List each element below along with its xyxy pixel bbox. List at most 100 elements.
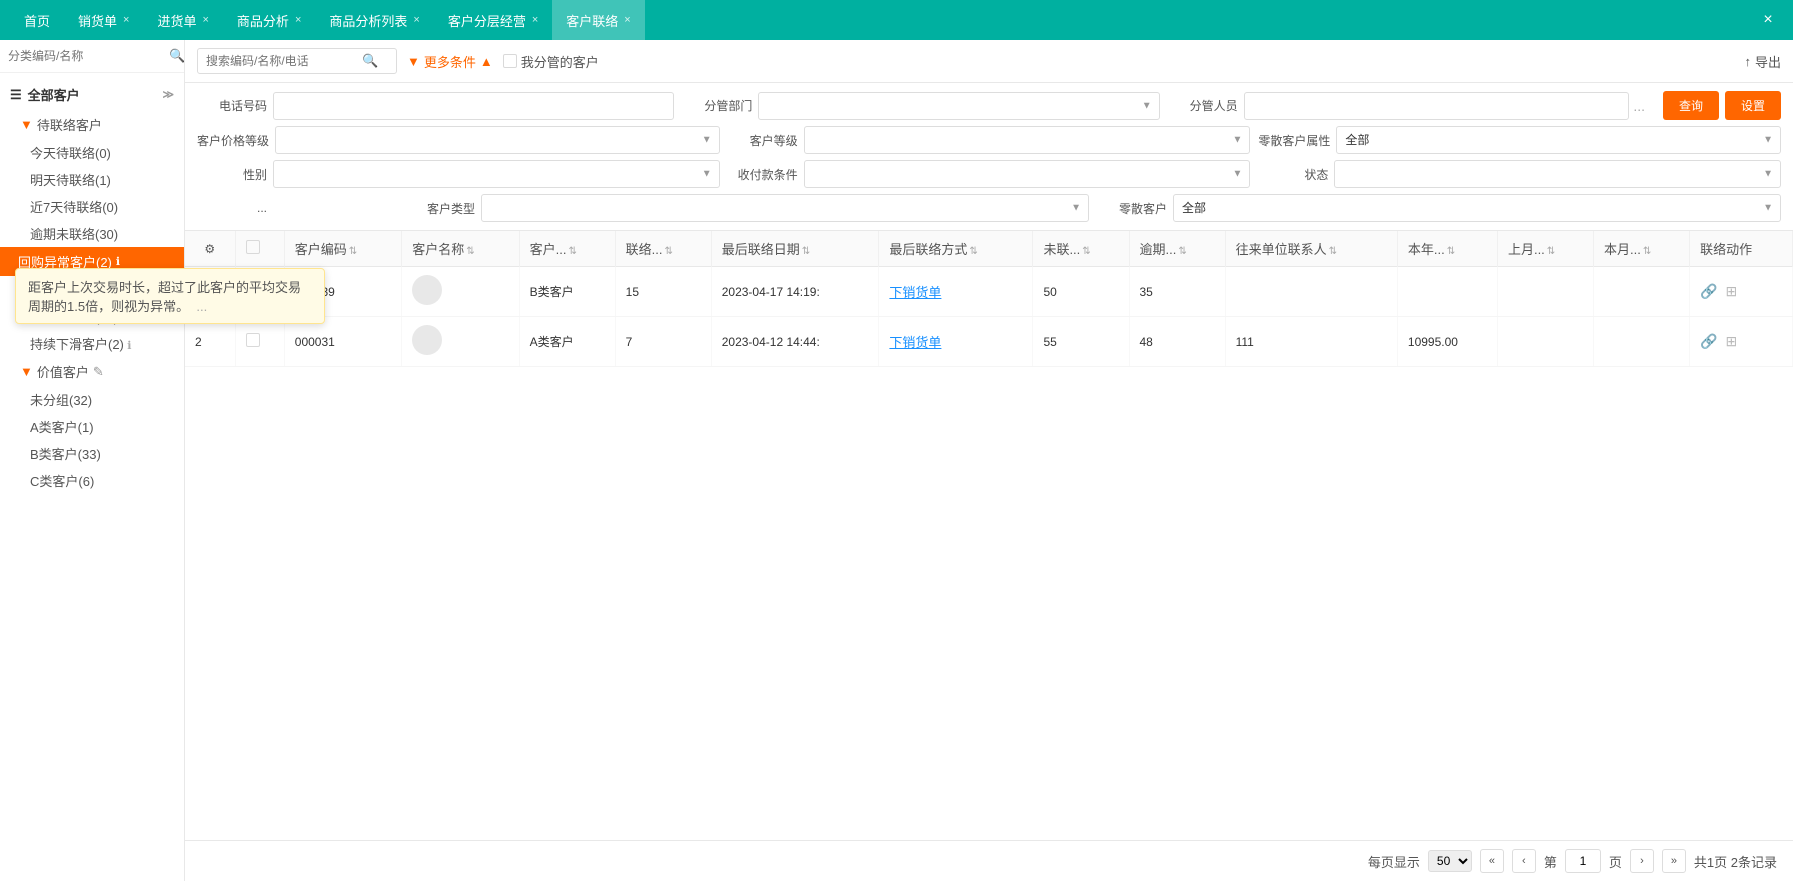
cell-last-method[interactable]: 下销货单 [879,267,1033,317]
th-type[interactable]: 客户...⇅ [519,231,615,267]
total-pages-label: 页 [1609,852,1622,871]
sidebar-search-icon[interactable]: 🔍 [169,48,185,64]
sort-overdue-icon[interactable]: ⇅ [1178,246,1186,257]
total-records: 共1页 2条记录 [1694,852,1777,871]
sort-lmonth-icon[interactable]: ⇅ [1547,246,1555,257]
sort-type-icon[interactable]: ⇅ [568,246,576,257]
customer-level-select[interactable] [804,126,1251,154]
sort-unit-icon[interactable]: ⇅ [1329,246,1337,257]
status-select[interactable] [1334,160,1781,188]
grid-action-icon[interactable]: ⊞ [1726,283,1738,300]
th-this-year[interactable]: 本年...⇅ [1397,231,1497,267]
sort-nocontact-icon[interactable]: ⇅ [1082,246,1090,257]
nav-close-purchase[interactable]: × [202,14,208,26]
value-customers-group[interactable]: ▼ 价值客户 ✎ [0,357,184,386]
th-overdue[interactable]: 逾期...⇅ [1129,231,1225,267]
query-button[interactable]: 查询 [1663,91,1719,120]
nav-item-sales[interactable]: 销货单 × [64,0,143,40]
nav-close-analysis-list[interactable]: × [413,14,419,26]
th-contact[interactable]: 联络...⇅ [615,231,711,267]
sidebar-collapse-btn[interactable]: ≫ [162,88,174,101]
sidebar-declining[interactable]: 持续下滑客户(2) ℹ [0,330,184,357]
th-last-contact-method[interactable]: 最后联络方式⇅ [879,231,1033,267]
first-page-btn[interactable]: « [1480,849,1504,873]
nav-item-customer-contact[interactable]: 客户联络 × [552,0,644,40]
all-customers-header[interactable]: ☰ 全部客户 ≫ [0,79,184,110]
sidebar-c-class[interactable]: C类客户(6) [0,467,184,494]
retail-attr-select[interactable]: 全部 [1336,126,1781,154]
sidebar-a-class[interactable]: A类客户(1) [0,413,184,440]
sidebar-b-class[interactable]: B类客户(33) [0,440,184,467]
customer-type-select-wrapper: ▼ [481,194,1089,222]
sidebar-today-contact[interactable]: 今天待联络(0) [0,139,184,166]
retail-customer-select[interactable]: 全部 [1173,194,1781,222]
th-code[interactable]: 客户编码⇅ [284,231,401,267]
customer-type-label: 客户类型 [405,200,475,217]
nav-close-customer-contact[interactable]: × [624,14,630,26]
search-input[interactable] [206,54,356,68]
nav-item-purchase[interactable]: 进货单 × [143,0,222,40]
sort-tmonth-icon[interactable]: ⇅ [1643,246,1651,257]
th-unit-contact[interactable]: 往来单位联系人⇅ [1225,231,1397,267]
nav-item-analysis[interactable]: 商品分析 × [223,0,315,40]
last-method-link[interactable]: 下销货单 [889,285,941,300]
cell-checkbox[interactable] [235,317,284,367]
cell-last-method[interactable]: 下销货单 [879,317,1033,367]
sidebar-ungroup[interactable]: 未分组(32) [0,386,184,413]
last-method-link[interactable]: 下销货单 [889,335,941,350]
next-page-btn[interactable]: › [1630,849,1654,873]
cell-unit-contact [1225,267,1397,317]
sort-date-icon[interactable]: ⇅ [802,246,810,257]
settings-button[interactable]: 设置 [1725,91,1781,120]
pending-contact-group[interactable]: ▼ 待联络客户 [0,110,184,139]
th-last-date-label: 最后联络日期 [722,242,800,257]
customer-type-select[interactable] [481,194,1089,222]
page-size-select[interactable]: 50 [1428,850,1472,872]
sort-code-icon[interactable]: ⇅ [349,246,357,257]
my-customers-checkbox-box[interactable] [503,54,517,68]
th-checkbox[interactable] [235,231,284,267]
price-level-select[interactable] [275,126,720,154]
window-close-button[interactable]: × [1753,5,1783,35]
export-button[interactable]: ↑ 导出 [1744,52,1781,71]
nav-item-customer-segment[interactable]: 客户分层经营 × [434,0,552,40]
gender-select[interactable] [273,160,720,188]
dept-select[interactable] [758,92,1159,120]
nav-close-sales[interactable]: × [123,14,129,26]
th-last-contact-date[interactable]: 最后联络日期⇅ [711,231,879,267]
prev-page-btn[interactable]: ‹ [1512,849,1536,873]
sort-method-icon[interactable]: ⇅ [969,246,977,257]
sort-name-icon[interactable]: ⇅ [466,246,474,257]
phone-input[interactable] [273,92,674,120]
select-all-checkbox[interactable] [246,240,260,254]
th-name[interactable]: 客户名称⇅ [402,231,519,267]
my-customers-checkbox[interactable]: 我分管的客户 [503,52,599,71]
page-number-input[interactable] [1565,849,1601,873]
customer-level-label: 客户等级 [728,132,798,149]
sort-year-icon[interactable]: ⇅ [1447,246,1455,257]
payment-select[interactable] [804,160,1251,188]
link-action-icon[interactable]: 🔗 [1700,333,1717,350]
nav-close-analysis[interactable]: × [295,14,301,26]
nav-item-analysis-list[interactable]: 商品分析列表 × [315,0,433,40]
th-settings[interactable]: ⚙ [185,231,235,267]
sidebar-7day-contact[interactable]: 近7天待联络(0) [0,193,184,220]
last-page-btn[interactable]: » [1662,849,1686,873]
sort-contact-icon[interactable]: ⇅ [665,246,673,257]
sidebar-overdue-contact[interactable]: 逾期未联络(30) [0,220,184,247]
th-this-month[interactable]: 本月...⇅ [1594,231,1690,267]
edit-icon[interactable]: ✎ [93,364,104,380]
more-conditions-btn[interactable]: ▼ 更多条件 ▲ [407,52,493,71]
link-action-icon[interactable]: 🔗 [1700,283,1717,300]
row-checkbox-1[interactable] [246,333,260,347]
grid-action-icon[interactable]: ⊞ [1726,333,1738,350]
person-more-icon[interactable]: ... [1633,98,1645,114]
search-icon[interactable]: 🔍 [362,53,378,69]
sidebar-search-input[interactable] [8,49,163,63]
sidebar-tomorrow-contact[interactable]: 明天待联络(1) [0,166,184,193]
person-input[interactable] [1244,92,1630,120]
th-no-contact[interactable]: 未联...⇅ [1033,231,1129,267]
th-last-month[interactable]: 上月...⇅ [1497,231,1593,267]
nav-item-home[interactable]: 首页 [10,0,64,40]
nav-close-customer-segment[interactable]: × [532,14,538,26]
